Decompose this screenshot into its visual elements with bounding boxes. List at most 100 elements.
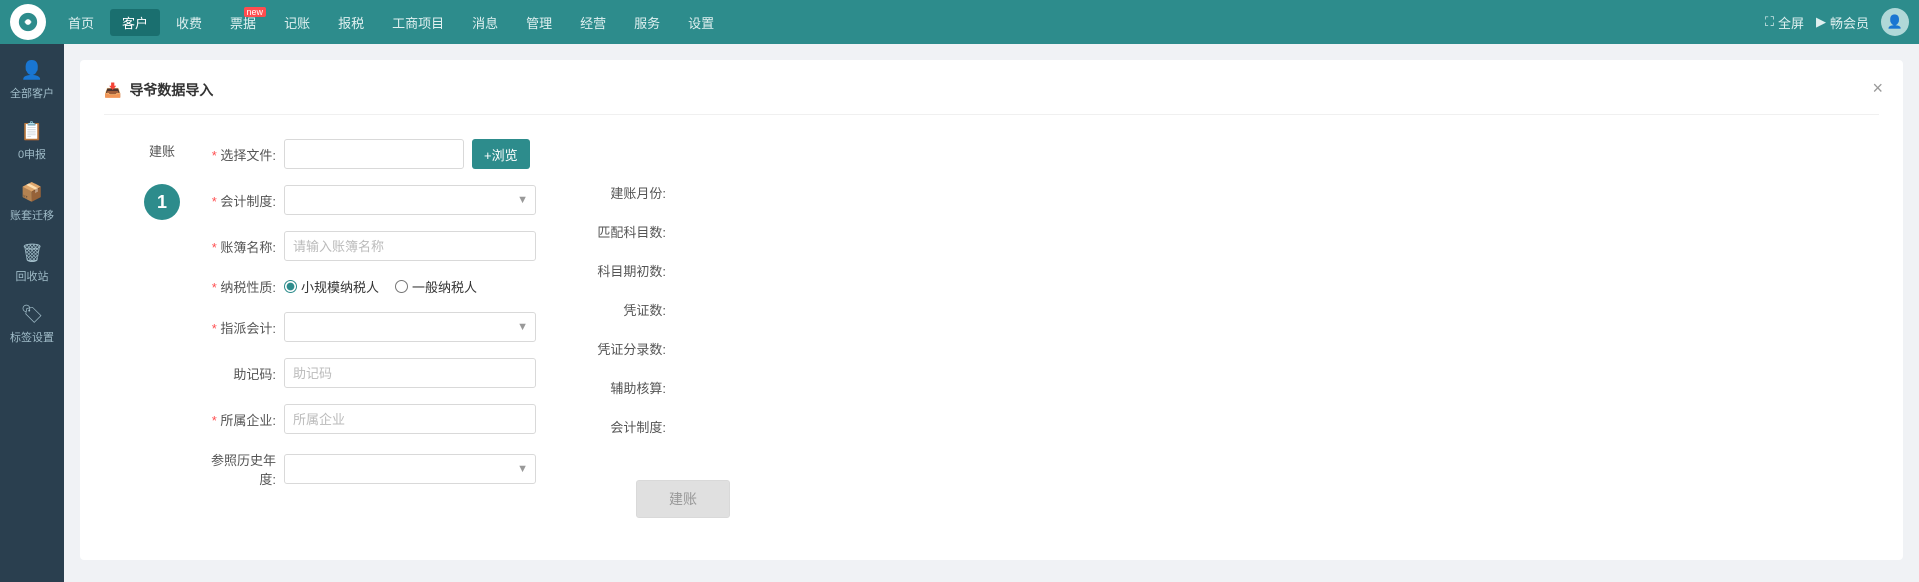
- nav-billing[interactable]: 收费: [164, 9, 214, 36]
- account-system-row: 会计制度:: [576, 417, 776, 436]
- dialog-title-icon: 📥: [104, 82, 121, 99]
- form-body: 建账 1 选择文件: +浏览 会计制度:: [104, 139, 1879, 518]
- nav-biz[interactable]: 工商项目: [380, 9, 456, 36]
- company-input[interactable]: [284, 404, 536, 434]
- vip-icon: ▶: [1816, 14, 1826, 30]
- dialog-title: 导爷数据导入: [129, 80, 213, 100]
- file-input[interactable]: [284, 139, 464, 169]
- voucher-row: 凭证数:: [576, 300, 776, 319]
- history-year-label: 参照历史年度:: [196, 450, 276, 488]
- declare-icon: 📋: [21, 121, 43, 142]
- create-month-row: 建账月份:: [576, 183, 776, 202]
- aux-calc-label: 辅助核算:: [576, 378, 666, 397]
- tag-icon: 🏷: [21, 304, 44, 325]
- app-logo: [10, 4, 46, 40]
- migrate-icon: 📦: [21, 182, 43, 203]
- subject-init-label: 科目期初数:: [576, 261, 666, 280]
- avatar-icon: 👤: [1887, 14, 1903, 30]
- memo-code-input[interactable]: [284, 358, 536, 388]
- accounting-row: 会计制度: ▼: [196, 185, 536, 215]
- accountant-label: 指派会计:: [196, 318, 276, 337]
- browse-button[interactable]: +浏览: [472, 139, 530, 169]
- nav-operation[interactable]: 经营: [568, 9, 618, 36]
- accountant-select-wrap: ▼: [284, 312, 536, 342]
- tax-general-text: 一般纳税人: [412, 277, 477, 296]
- history-year-select-wrap: ▼: [284, 454, 536, 484]
- sidebar-item-recycle[interactable]: 🗑 回收站: [4, 235, 60, 292]
- nav-invoice-badge: new: [244, 7, 267, 17]
- dialog-close-button[interactable]: ×: [1872, 78, 1883, 99]
- main-content: 📥 导爷数据导入 × 建账 1 选择文件:: [64, 44, 1919, 582]
- tax-type-row: 纳税性质: 小规模纳税人 一般纳税人: [196, 277, 536, 296]
- avatar[interactable]: 👤: [1881, 8, 1909, 36]
- sidebar-item-migrate-label: 账套迁移: [10, 207, 54, 223]
- history-year-select[interactable]: [284, 454, 536, 484]
- voucher-label: 凭证数:: [576, 300, 666, 319]
- nav-home[interactable]: 首页: [56, 9, 106, 36]
- nav-items: 首页 客户 收费 票据 new 记账 报税 工商项目 消息 管理 经营 服务 设…: [56, 9, 1765, 36]
- tax-type-radio-group: 小规模纳税人 一般纳税人: [284, 277, 477, 296]
- voucher-entries-row: 凭证分录数:: [576, 339, 776, 358]
- create-account-button[interactable]: 建账: [636, 480, 730, 518]
- accounting-label: 会计制度:: [196, 191, 276, 210]
- sidebar-item-all-customers[interactable]: 👤 全部客户: [4, 52, 60, 109]
- accounting-select-wrap: ▼: [284, 185, 536, 215]
- sidebar: 👤 全部客户 📋 0申报 📦 账套迁移 🗑 回收站 🏷 标签设置: [0, 44, 64, 582]
- accountant-row: 指派会计: ▼: [196, 312, 536, 342]
- memo-code-label: 助记码:: [196, 364, 276, 383]
- tax-general-label[interactable]: 一般纳税人: [395, 277, 477, 296]
- accountant-select[interactable]: [284, 312, 536, 342]
- dialog-card: 📥 导爷数据导入 × 建账 1 选择文件:: [80, 60, 1903, 560]
- sidebar-item-tag-label: 标签设置: [10, 329, 54, 345]
- form-left: 建账 1 选择文件: +浏览 会计制度:: [144, 139, 536, 518]
- vip-button[interactable]: ▶ 畅会员: [1816, 13, 1869, 32]
- fullscreen-button[interactable]: ⛶ 全屏: [1765, 13, 1804, 32]
- file-row: 选择文件: +浏览: [196, 139, 536, 169]
- ledger-name-label: 账簿名称:: [196, 237, 276, 256]
- ledger-name-row: 账簿名称:: [196, 231, 536, 261]
- nav-service[interactable]: 服务: [622, 9, 672, 36]
- nav-manage[interactable]: 管理: [514, 9, 564, 36]
- history-year-row: 参照历史年度: ▼: [196, 450, 536, 488]
- sidebar-item-recycle-label: 回收站: [16, 268, 49, 284]
- nav-ledger[interactable]: 记账: [272, 9, 322, 36]
- account-system-label: 会计制度:: [576, 417, 666, 436]
- sidebar-item-all-customers-label: 全部客户: [10, 85, 54, 101]
- nav-right: ⛶ 全屏 ▶ 畅会员 👤: [1765, 8, 1909, 36]
- form-grid: 选择文件: +浏览 会计制度: ▼: [196, 139, 536, 488]
- match-subject-label: 匹配科目数:: [576, 222, 666, 241]
- vip-label: 畅会员: [1830, 13, 1869, 32]
- sidebar-item-declare-label: 0申报: [18, 146, 46, 162]
- nav-msg[interactable]: 消息: [460, 9, 510, 36]
- create-month-label: 建账月份:: [576, 183, 666, 202]
- sidebar-item-declare[interactable]: 📋 0申报: [4, 113, 60, 170]
- memo-code-row: 助记码:: [196, 358, 536, 388]
- nav-tax[interactable]: 报税: [326, 9, 376, 36]
- nav-customer[interactable]: 客户: [110, 9, 160, 36]
- voucher-entries-label: 凭证分录数:: [576, 339, 666, 358]
- nav-invoice[interactable]: 票据 new: [218, 9, 268, 36]
- main-layout: 👤 全部客户 📋 0申报 📦 账套迁移 🗑 回收站 🏷 标签设置 📥 导爷数据导…: [0, 44, 1919, 582]
- tax-small-radio[interactable]: [284, 280, 297, 293]
- all-customers-icon: 👤: [21, 60, 43, 81]
- company-label: 所属企业:: [196, 410, 276, 429]
- tax-type-label: 纳税性质:: [196, 277, 276, 296]
- nav-settings[interactable]: 设置: [676, 9, 726, 36]
- dialog-header: 📥 导爷数据导入: [104, 80, 1879, 115]
- subject-init-row: 科目期初数:: [576, 261, 776, 280]
- tax-small-text: 小规模纳税人: [301, 277, 379, 296]
- fullscreen-label: 全屏: [1778, 13, 1804, 32]
- ledger-name-input[interactable]: [284, 231, 536, 261]
- top-nav: 首页 客户 收费 票据 new 记账 报税 工商项目 消息 管理 经营 服务 设…: [0, 0, 1919, 44]
- company-row: 所属企业:: [196, 404, 536, 434]
- sidebar-item-migrate[interactable]: 📦 账套迁移: [4, 174, 60, 231]
- accounting-select[interactable]: [284, 185, 536, 215]
- sidebar-item-tag[interactable]: 🏷 标签设置: [4, 296, 60, 353]
- step-circle: 1: [144, 184, 180, 220]
- tax-general-radio[interactable]: [395, 280, 408, 293]
- file-label: 选择文件:: [196, 145, 276, 164]
- tax-small-label[interactable]: 小规模纳税人: [284, 277, 379, 296]
- step-section-label: 建账: [149, 141, 175, 160]
- nav-invoice-label: 票据: [230, 16, 256, 31]
- aux-calc-row: 辅助核算:: [576, 378, 776, 397]
